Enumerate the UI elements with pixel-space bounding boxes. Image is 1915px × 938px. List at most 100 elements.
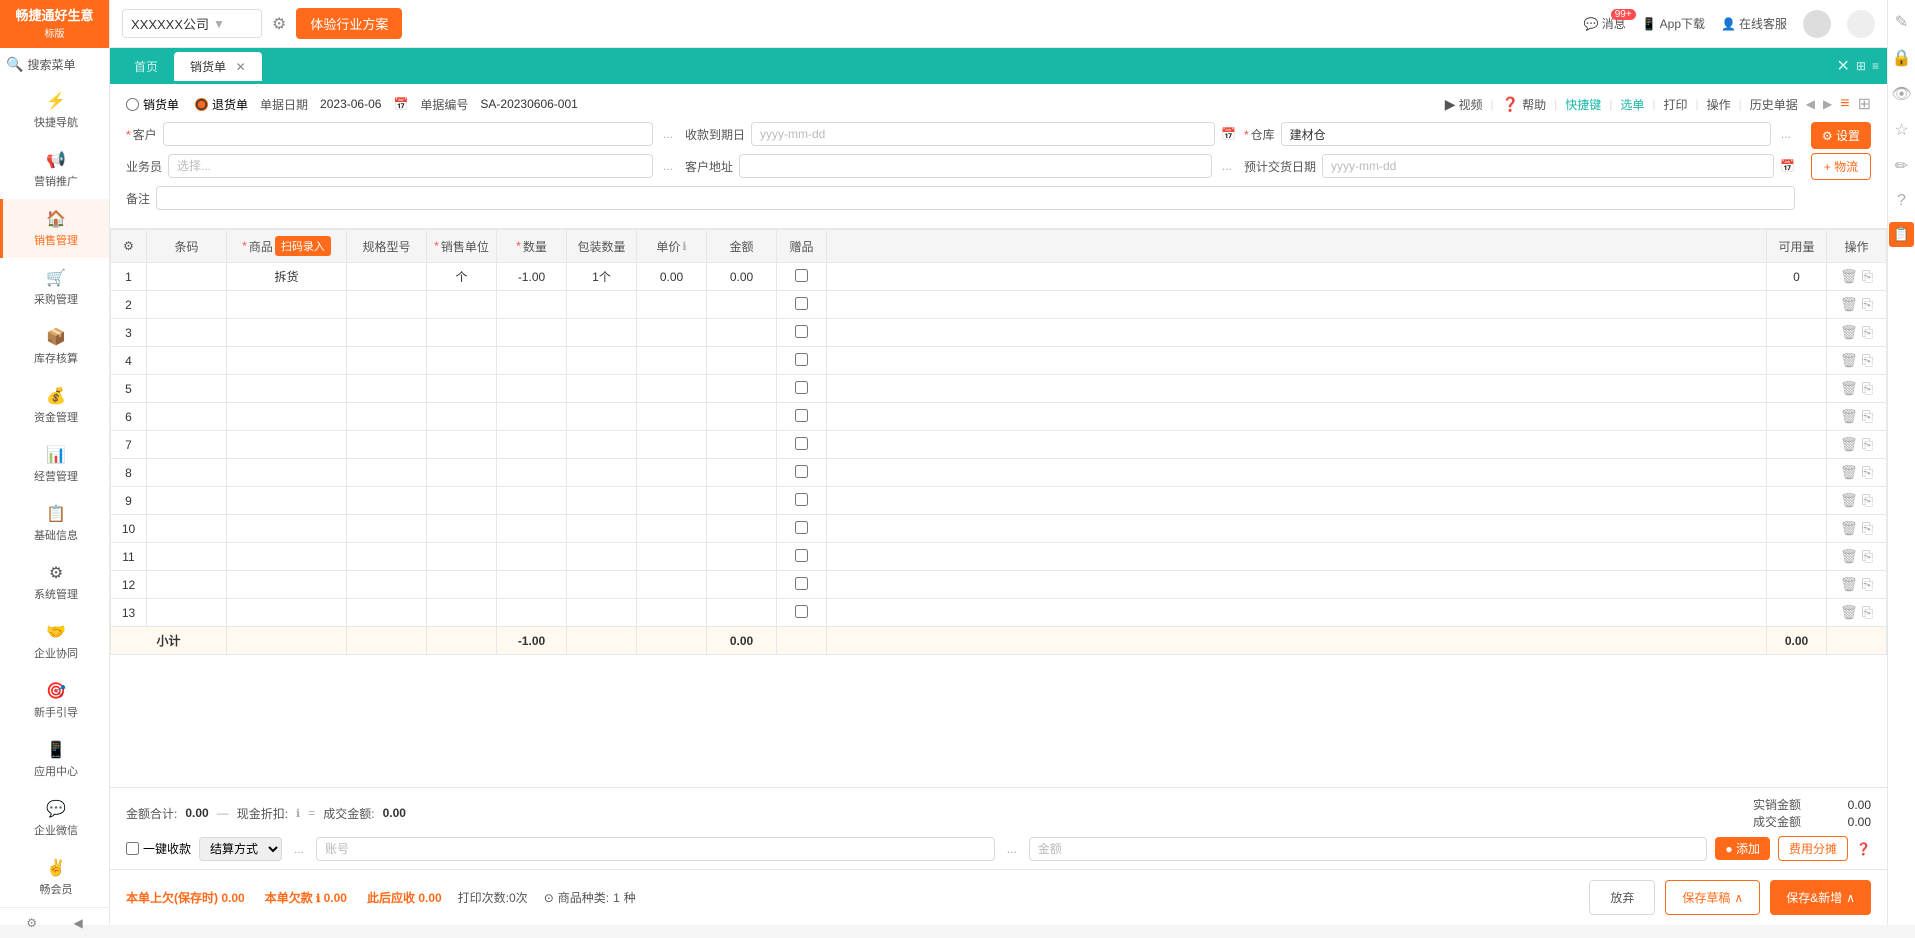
calendar-icon[interactable]: 📅 (393, 97, 408, 111)
barcode-input[interactable] (151, 382, 222, 396)
cell-product[interactable] (227, 487, 347, 515)
cell-barcode[interactable] (147, 543, 227, 571)
addr-dots[interactable]: ... (1218, 159, 1236, 173)
shortcut-btn[interactable]: 快捷键 (1565, 96, 1601, 113)
cell-qty[interactable] (497, 375, 567, 403)
sidebar-item-quick-nav[interactable]: ⚡ 快捷导航 (0, 81, 109, 140)
cell-gift[interactable] (777, 403, 827, 431)
view-grid-icon[interactable]: ⊞ (1858, 94, 1871, 114)
cell-product[interactable] (227, 403, 347, 431)
cell-spec[interactable] (347, 375, 427, 403)
gift-checkbox[interactable] (795, 297, 808, 310)
radio-sales[interactable]: 销货单 (126, 96, 179, 113)
sidebar-item-finance[interactable]: 💰 资金管理 (0, 376, 109, 435)
sidebar-item-operations[interactable]: 📊 经营管理 (0, 435, 109, 494)
gift-checkbox[interactable] (795, 465, 808, 478)
sidebar-item-basic-info[interactable]: 📋 基础信息 (0, 494, 109, 553)
gift-checkbox[interactable] (795, 409, 808, 422)
delete-icon[interactable]: 🗑 (1840, 268, 1858, 285)
view-list-icon[interactable]: ≡ (1840, 95, 1849, 113)
save-draft-btn[interactable]: 保存草稿 ∧ (1665, 880, 1760, 915)
cell-product[interactable] (227, 571, 347, 599)
barcode-input[interactable] (151, 438, 222, 452)
payment-cal-icon[interactable]: 📅 (1221, 127, 1236, 141)
cell-qty[interactable] (497, 515, 567, 543)
abandon-btn[interactable]: 放弃 (1589, 880, 1655, 915)
gift-checkbox[interactable] (795, 577, 808, 590)
discount-info-icon[interactable]: ℹ (296, 807, 300, 820)
cell-price[interactable] (637, 347, 707, 375)
cell-product[interactable] (227, 515, 347, 543)
gift-checkbox[interactable] (795, 521, 808, 534)
one-click-pay-input[interactable] (126, 842, 139, 855)
tab-grid-icon[interactable]: ⊞ (1856, 59, 1866, 73)
sidebar-item-marketing[interactable]: 📢 营销推广 (0, 140, 109, 199)
cell-gift[interactable] (777, 319, 827, 347)
radio-return-input[interactable] (195, 98, 208, 111)
sidebar-item-app-center[interactable]: 📱 应用中心 (0, 730, 109, 789)
cell-price[interactable] (637, 403, 707, 431)
radio-return[interactable]: 退货单 (195, 96, 248, 113)
cell-barcode[interactable] (147, 319, 227, 347)
cell-barcode[interactable] (147, 599, 227, 627)
sidebar-item-inventory[interactable]: 📦 库存核算 (0, 317, 109, 376)
tab-expand-icon[interactable]: ✕ (1837, 56, 1850, 76)
delete-icon[interactable]: 🗑 (1840, 520, 1858, 537)
cell-spec[interactable] (347, 403, 427, 431)
user-avatar2[interactable] (1847, 10, 1875, 38)
sidebar-collapse-icon[interactable]: ◀ (74, 916, 83, 930)
cell-gift[interactable] (777, 291, 827, 319)
online-service-btn[interactable]: 👤 在线客服 (1721, 15, 1787, 32)
copy-icon[interactable]: ⎘ (1862, 268, 1873, 285)
cell-barcode[interactable] (147, 375, 227, 403)
cell-barcode[interactable] (147, 431, 227, 459)
sidebar-item-enterprise[interactable]: 🤝 企业协同 (0, 612, 109, 671)
settlement-dots[interactable]: ... (290, 842, 308, 856)
gift-checkbox[interactable] (795, 437, 808, 450)
settlement-method-select[interactable]: 结算方式 (199, 837, 282, 861)
barcode-input[interactable] (151, 410, 222, 424)
gift-checkbox[interactable] (795, 605, 808, 618)
cell-qty[interactable] (497, 347, 567, 375)
delete-icon[interactable]: 🗑 (1840, 576, 1858, 593)
barcode-input[interactable] (151, 270, 222, 284)
cell-barcode[interactable] (147, 347, 227, 375)
delete-icon[interactable]: 🗑 (1840, 324, 1858, 341)
delete-icon[interactable]: 🗑 (1840, 352, 1858, 369)
scan-btn[interactable]: 扫码录入 (275, 236, 331, 256)
cell-gift[interactable] (777, 347, 827, 375)
cell-price[interactable] (637, 459, 707, 487)
history-btn[interactable]: 历史单据 (1750, 96, 1798, 113)
barcode-input[interactable] (151, 578, 222, 592)
cell-product[interactable]: 拆货 (227, 263, 347, 291)
cell-spec[interactable] (347, 459, 427, 487)
customer-addr-input[interactable] (739, 154, 1212, 178)
cell-price[interactable] (637, 431, 707, 459)
sidebar-item-sales[interactable]: 🏠 销售管理 (0, 199, 109, 258)
print-btn[interactable]: 打印 (1663, 96, 1687, 113)
cell-barcode[interactable] (147, 487, 227, 515)
cell-barcode[interactable] (147, 459, 227, 487)
cell-gift[interactable] (777, 459, 827, 487)
cell-gift[interactable] (777, 543, 827, 571)
sidebar-item-system[interactable]: ⚙ 系统管理 (0, 553, 109, 612)
cell-spec[interactable] (347, 263, 427, 291)
cell-barcode[interactable] (147, 291, 227, 319)
product-type[interactable]: ⊙ 商品种类: 1 种 (544, 889, 636, 906)
cell-spec[interactable] (347, 291, 427, 319)
cell-gift[interactable] (777, 263, 827, 291)
cell-qty[interactable] (497, 459, 567, 487)
cell-gift[interactable] (777, 431, 827, 459)
cell-product[interactable] (227, 319, 347, 347)
copy-icon[interactable]: ⎘ (1862, 520, 1873, 537)
cell-product[interactable] (227, 375, 347, 403)
cell-price[interactable] (637, 487, 707, 515)
barcode-input[interactable] (151, 354, 222, 368)
cell-spec[interactable] (347, 543, 427, 571)
cell-product[interactable] (227, 347, 347, 375)
add-payment-btn[interactable]: ● 添加 (1715, 837, 1770, 860)
price-info-icon[interactable]: ℹ (682, 240, 686, 253)
delete-icon[interactable]: 🗑 (1840, 604, 1858, 621)
sidebar-item-member[interactable]: ✌ 畅会员 (0, 848, 109, 907)
delete-icon[interactable]: 🗑 (1840, 464, 1858, 481)
